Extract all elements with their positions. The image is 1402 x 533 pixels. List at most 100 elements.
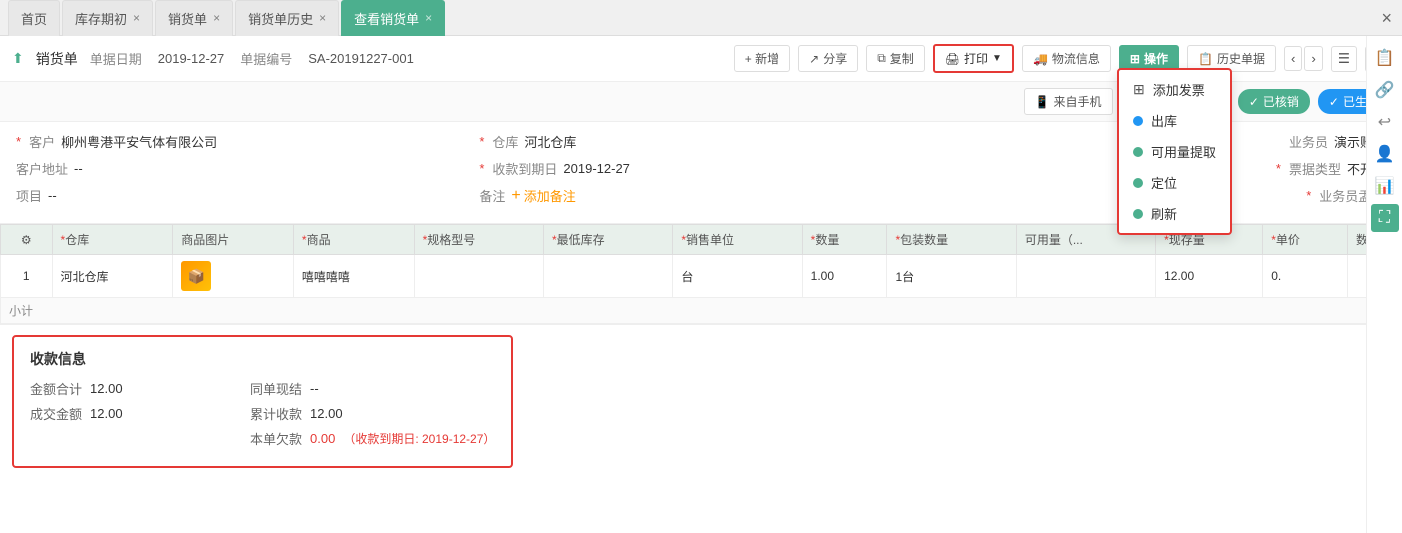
col-pack-qty: *包装数量 <box>887 225 1016 255</box>
from-phone-button[interactable]: 📱 来自手机 <box>1024 88 1113 115</box>
col-settings[interactable]: ⚙ <box>1 225 53 255</box>
print-dropdown-icon: ▼ <box>992 53 1002 64</box>
row-price: 0. <box>1263 255 1348 298</box>
doc-icon: ⬆ <box>12 50 24 67</box>
note-field: 备注 + 添加备注 <box>479 186 922 205</box>
tab-home[interactable]: 首页 <box>8 0 60 36</box>
col-img: 商品图片 <box>173 225 294 255</box>
sidebar-link-icon[interactable]: 🔗 <box>1371 76 1399 104</box>
logistics-button[interactable]: 🚚 物流信息 <box>1022 45 1111 72</box>
same-order-settle-value: -- <box>310 381 319 396</box>
col-unit: *销售单位 <box>673 225 802 255</box>
truck-icon: 🚚 <box>1033 52 1048 66</box>
col-spec: *规格型号 <box>414 225 543 255</box>
tab-close-sales[interactable]: × <box>213 11 220 25</box>
payment-row-3: 本单欠款 0.00 （收款到期日: 2019-12-27） <box>30 429 495 448</box>
sidebar-doc-icon[interactable]: 📋 <box>1371 44 1399 72</box>
effective-icon: ✓ <box>1329 95 1339 109</box>
col-min-stock: *最低库存 <box>543 225 672 255</box>
col-qty: *数量 <box>802 225 887 255</box>
green-dot-icon-locate <box>1133 178 1143 188</box>
due-date-value: 2019-12-27 <box>563 161 630 176</box>
canceled-button[interactable]: ✓ 已核销 <box>1238 89 1310 114</box>
tab-inventory-init[interactable]: 库存期初 × <box>62 0 153 36</box>
sidebar-expand-icon[interactable]: ⛶ <box>1371 204 1399 232</box>
green-dot-icon-available <box>1133 147 1143 157</box>
next-button[interactable]: › <box>1304 46 1322 71</box>
operate-dropdown-menu: ⊞ 添加发票 出库 可用量提取 定位 刷新 <box>1117 68 1232 235</box>
available-take-item[interactable]: 可用量提取 <box>1119 136 1230 167</box>
row-min-stock <box>543 255 672 298</box>
payment-row-1: 金额合计 12.00 同单现结 -- <box>30 379 495 398</box>
number-label: 单据编号 <box>240 49 292 68</box>
spacer-field <box>30 429 210 448</box>
subtotal-label: 小计 <box>1 298 1402 324</box>
col-price: *单价 <box>1263 225 1348 255</box>
locate-item[interactable]: 定位 <box>1119 167 1230 198</box>
right-sidebar: 📋 🔗 ↩ 👤 📊 ⛶ <box>1366 36 1402 533</box>
customer-value: 柳州粤港平安气体有限公司 <box>61 132 217 151</box>
tab-sales-history[interactable]: 销货单历史 × <box>235 0 339 36</box>
project-field: 项目 -- <box>16 186 459 205</box>
row-pack-qty: 1台 <box>887 255 1016 298</box>
payment-row-2: 成交金额 12.00 累计收款 12.00 <box>30 404 495 423</box>
row-num: 1 <box>1 255 53 298</box>
history-icon: 📋 <box>1198 52 1213 66</box>
balance-value: 0.00 <box>310 431 335 446</box>
balance-label: 本单欠款 <box>250 429 302 448</box>
address-field: 客户地址 -- <box>16 159 459 178</box>
blue-dot-icon <box>1133 116 1143 126</box>
row-spec <box>414 255 543 298</box>
refresh-item[interactable]: 刷新 <box>1119 198 1230 229</box>
deal-amount-field: 成交金额 12.00 <box>30 404 210 423</box>
share-button[interactable]: ↗ 分享 <box>798 45 858 72</box>
view-toggle-list[interactable]: ☰ <box>1331 46 1357 72</box>
row-warehouse: 河北仓库 <box>52 255 173 298</box>
share-icon: ↗ <box>809 52 819 66</box>
balance-field: 本单欠款 0.00 （收款到期日: 2019-12-27） <box>250 429 495 448</box>
row-img: 📦 <box>173 255 294 298</box>
tab-close-inventory[interactable]: × <box>133 11 140 25</box>
tab-close-history[interactable]: × <box>319 11 326 25</box>
col-product: *商品 <box>293 225 414 255</box>
outbound-item[interactable]: 出库 <box>1119 105 1230 136</box>
deal-amount-value: 12.00 <box>90 406 123 421</box>
bottom-panel: 收款信息 金额合计 12.00 同单现结 -- 成交金额 12.00 <box>0 325 1402 478</box>
date-label: 单据日期 <box>90 49 142 68</box>
row-qty: 1.00 <box>802 255 887 298</box>
product-table: ⚙ *仓库 商品图片 *商品 *规格型号 *最低库存 *销售单位 *数量 *包装… <box>0 224 1402 324</box>
sidebar-chart-icon[interactable]: 📊 <box>1371 172 1399 200</box>
tab-close-view[interactable]: × <box>425 11 432 25</box>
print-icon: 🖨 <box>945 52 960 66</box>
deal-amount-label: 成交金额 <box>30 404 82 423</box>
nav-arrows: ‹ › <box>1284 46 1323 71</box>
tab-view-sales[interactable]: 查看销货单 × <box>341 0 445 36</box>
warehouse-value: 河北仓库 <box>524 132 576 151</box>
grid-icon: ⊞ <box>1133 81 1145 98</box>
subtotal-row: 小计 <box>1 298 1402 324</box>
balance-suffix: （收款到期日: 2019-12-27） <box>343 430 495 447</box>
due-date-field: * 收款到期日 2019-12-27 <box>479 159 922 178</box>
row-unit: 台 <box>673 255 802 298</box>
sidebar-user-icon[interactable]: 👤 <box>1371 140 1399 168</box>
window-close-button[interactable]: × <box>1381 8 1392 29</box>
date-value: 2019-12-27 <box>158 51 225 66</box>
table-row: 1 河北仓库 📦 嘻嘻嘻嘻 台 1.00 1台 12.00 0. <box>1 255 1402 298</box>
total-received-label: 累计收款 <box>250 404 302 423</box>
sidebar-undo-icon[interactable]: ↩ <box>1371 108 1399 136</box>
total-amount-field: 金额合计 12.00 <box>30 379 210 398</box>
total-received-field: 累计收款 12.00 <box>250 404 430 423</box>
tab-sales-order[interactable]: 销货单 × <box>155 0 233 36</box>
prev-button[interactable]: ‹ <box>1284 46 1302 71</box>
plus-icon: + <box>511 187 520 205</box>
add-invoice-item[interactable]: ⊞ 添加发票 <box>1119 74 1230 105</box>
add-note-button[interactable]: + 添加备注 <box>511 186 575 205</box>
total-received-value: 12.00 <box>310 406 343 421</box>
payment-title: 收款信息 <box>30 349 495 369</box>
address-value: -- <box>74 161 83 176</box>
print-button[interactable]: 🖨 打印 ▼ <box>933 44 1014 73</box>
same-order-settle-label: 同单现结 <box>250 379 302 398</box>
copy-button[interactable]: ⧉ 复制 <box>866 45 925 72</box>
new-button[interactable]: + 新增 <box>734 45 790 72</box>
row-product: 嘻嘻嘻嘻 <box>293 255 414 298</box>
